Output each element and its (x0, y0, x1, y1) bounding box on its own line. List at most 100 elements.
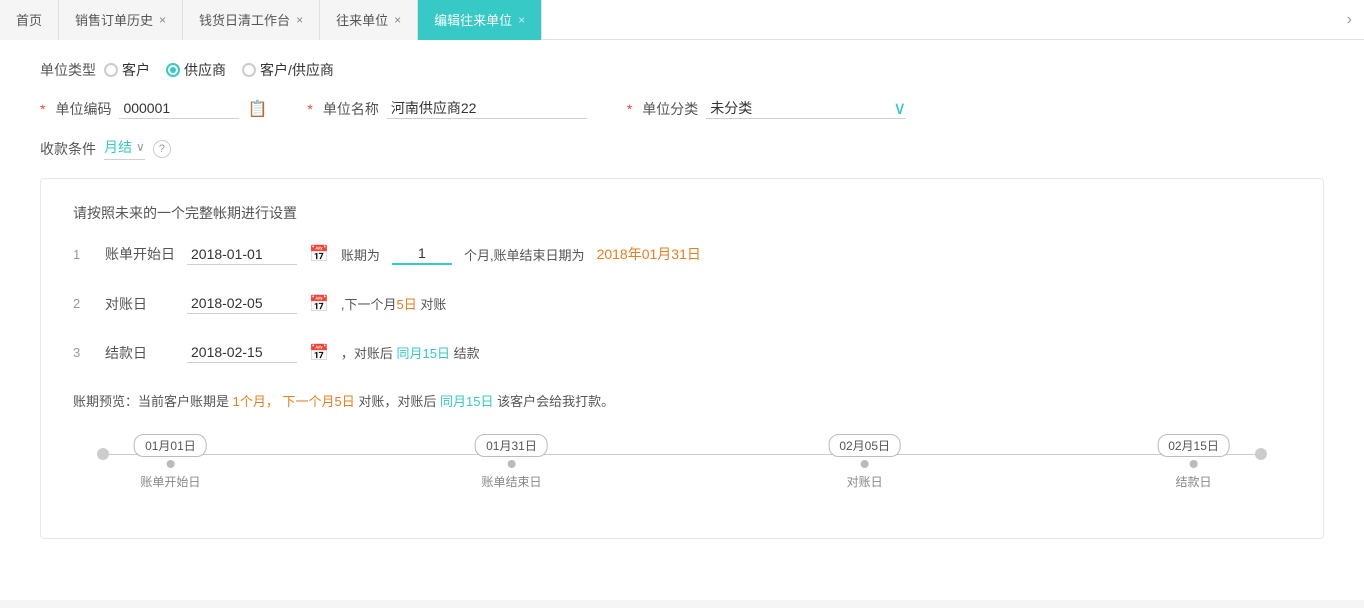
radio-both-label: 客户/供应商 (260, 60, 334, 80)
tab-partners[interactable]: 往来单位 × (320, 0, 418, 40)
node-1-label: 账单开始日 (140, 473, 200, 490)
row-3-num: 3 (73, 345, 93, 360)
node-2-dot (507, 460, 515, 468)
config-row-2: 2 对账日 📅 ,下一个月5日 对账 (73, 293, 1291, 314)
tab-more-button[interactable]: › (1335, 11, 1364, 29)
payment-condition-dropdown[interactable]: 月结 ∨ (104, 137, 145, 160)
timeline-line (103, 454, 1261, 455)
period-value-input[interactable] (392, 243, 452, 265)
preview-period: 1个月， (233, 394, 279, 409)
main-content: 单位类型 客户 供应商 客户/供应商 * 单位编码 (0, 40, 1364, 600)
tab-edit-partner-label: 编辑往来单位 (434, 10, 512, 29)
timeline-end-dot (1255, 448, 1267, 460)
payment-condition-arrow-icon: ∨ (136, 140, 145, 154)
panel-title: 请按照未来的一个完整帐期进行设置 (73, 203, 1291, 223)
node-3-label: 对账日 (847, 473, 883, 490)
row-1-highlight-date: 2018年01月31日 (597, 244, 701, 264)
row-3-date-input[interactable] (187, 342, 297, 363)
radio-both[interactable]: 客户/供应商 (242, 60, 334, 80)
row-2-calendar-icon[interactable]: 📅 (309, 294, 329, 314)
radio-customer[interactable]: 客户 (104, 60, 150, 80)
unit-code-input[interactable] (119, 98, 239, 119)
config-row-1: 1 账单开始日 📅 账期为 个月,账单结束日期为 2018年01月31日 (73, 243, 1291, 265)
row-2-num: 2 (73, 296, 93, 311)
preview-payment: 同月15日 (440, 394, 493, 409)
node-1-bubble: 01月01日 (134, 434, 207, 457)
row-2-label: 对账日 (105, 294, 175, 314)
timeline-node-1: 01月01日 账单开始日 (134, 434, 207, 490)
tab-cash-work[interactable]: 钱货日清工作台 × (183, 0, 320, 40)
preview-end: 该客户会给我打款。 (497, 394, 614, 409)
node-3-bubble: 02月05日 (828, 434, 901, 457)
row-3-label: 结款日 (105, 343, 175, 363)
unit-name-input[interactable] (387, 98, 587, 119)
config-row-3: 3 结款日 📅 ，对账后 同月15日 结款 (73, 342, 1291, 363)
unit-category-label: 单位分类 (642, 99, 698, 119)
node-2-label: 账单结束日 (481, 473, 541, 490)
unit-type-label: 单位类型 (40, 60, 96, 80)
row-1-calendar-icon[interactable]: 📅 (309, 244, 329, 264)
tab-edit-partner-close[interactable]: × (518, 13, 525, 27)
row-1-num: 1 (73, 247, 93, 262)
timeline-start-dot (97, 448, 109, 460)
row-3-calendar-icon[interactable]: 📅 (309, 343, 329, 363)
unit-name-group: * 单位名称 (307, 98, 586, 119)
radio-supplier[interactable]: 供应商 (166, 60, 226, 80)
node-3-dot (861, 460, 869, 468)
row-2-date-input[interactable] (187, 293, 297, 314)
help-icon[interactable]: ? (153, 140, 171, 158)
payment-condition-row: 收款条件 月结 ∨ ? (40, 137, 1324, 160)
timeline: 01月01日 账单开始日 01月31日 账单结束日 02月05日 对账日 02月… (73, 434, 1291, 514)
tab-cash-work-label: 钱货日清工作台 (199, 10, 290, 29)
unit-type-group: 单位类型 客户 供应商 客户/供应商 (40, 60, 334, 80)
unit-category-required: * (627, 101, 632, 117)
tab-sales-history-label: 销售订单历史 (75, 10, 153, 29)
payment-condition-label: 收款条件 (40, 139, 96, 159)
radio-customer-label: 客户 (122, 60, 150, 80)
radio-supplier-label: 供应商 (184, 60, 226, 80)
radio-customer-circle (104, 63, 118, 77)
row-3-highlight: 同月15日 (397, 346, 450, 361)
unit-name-required: * (307, 101, 312, 117)
row-1-date-input[interactable] (187, 244, 297, 265)
row-3-desc: ，对账后 同月15日 结款 (341, 343, 480, 362)
row-2-highlight: 5日 (397, 297, 417, 312)
preview-label: 账期预览：当前客户账期是 (73, 394, 229, 409)
unit-category-select-wrapper: ∨ (706, 98, 906, 119)
payment-condition-value: 月结 (104, 137, 132, 157)
unit-type-row: 单位类型 客户 供应商 客户/供应商 (40, 60, 1324, 80)
unit-type-radio-group: 客户 供应商 客户/供应商 (104, 60, 334, 80)
tab-edit-partner[interactable]: 编辑往来单位 × (418, 0, 542, 40)
timeline-node-2: 01月31日 账单结束日 (475, 434, 548, 490)
tab-cash-work-close[interactable]: × (296, 13, 303, 27)
preview-reconcile: 下一个月5日 (283, 394, 355, 409)
timeline-node-4: 02月15日 结款日 (1157, 434, 1230, 490)
unit-name-label: 单位名称 (323, 99, 379, 119)
tab-sales-history[interactable]: 销售订单历史 × (59, 0, 183, 40)
row-1-label: 账单开始日 (105, 244, 175, 264)
unit-info-row: * 单位编码 📋 * 单位名称 * 单位分类 ∨ (40, 98, 1324, 119)
config-panel: 请按照未来的一个完整帐期进行设置 1 账单开始日 📅 账期为 个月,账单结束日期… (40, 178, 1324, 539)
row-1-desc-before: 账期为 (341, 245, 380, 264)
payment-condition-group: 收款条件 月结 ∨ ? (40, 137, 171, 160)
tab-sales-history-close[interactable]: × (159, 13, 166, 27)
radio-both-circle (242, 63, 256, 77)
node-2-bubble: 01月31日 (475, 434, 548, 457)
tab-partners-label: 往来单位 (336, 10, 388, 29)
preview-mid: 对账，对账后 (358, 394, 436, 409)
radio-supplier-circle (166, 63, 180, 77)
unit-code-icon[interactable]: 📋 (247, 99, 267, 119)
unit-code-required: * (40, 101, 45, 117)
row-2-desc: ,下一个月5日 对账 (341, 294, 446, 313)
timeline-node-3: 02月05日 对账日 (828, 434, 901, 490)
tab-partners-close[interactable]: × (394, 13, 401, 27)
node-4-dot (1190, 460, 1198, 468)
node-4-bubble: 02月15日 (1157, 434, 1230, 457)
row-1-unit: 个月,账单结束日期为 (464, 245, 585, 264)
tab-home[interactable]: 首页 (0, 0, 59, 40)
node-4-label: 结款日 (1176, 473, 1212, 490)
tab-home-label: 首页 (16, 10, 42, 29)
unit-category-input[interactable] (706, 98, 906, 119)
node-1-dot (166, 460, 174, 468)
unit-category-group: * 单位分类 ∨ (627, 98, 906, 119)
